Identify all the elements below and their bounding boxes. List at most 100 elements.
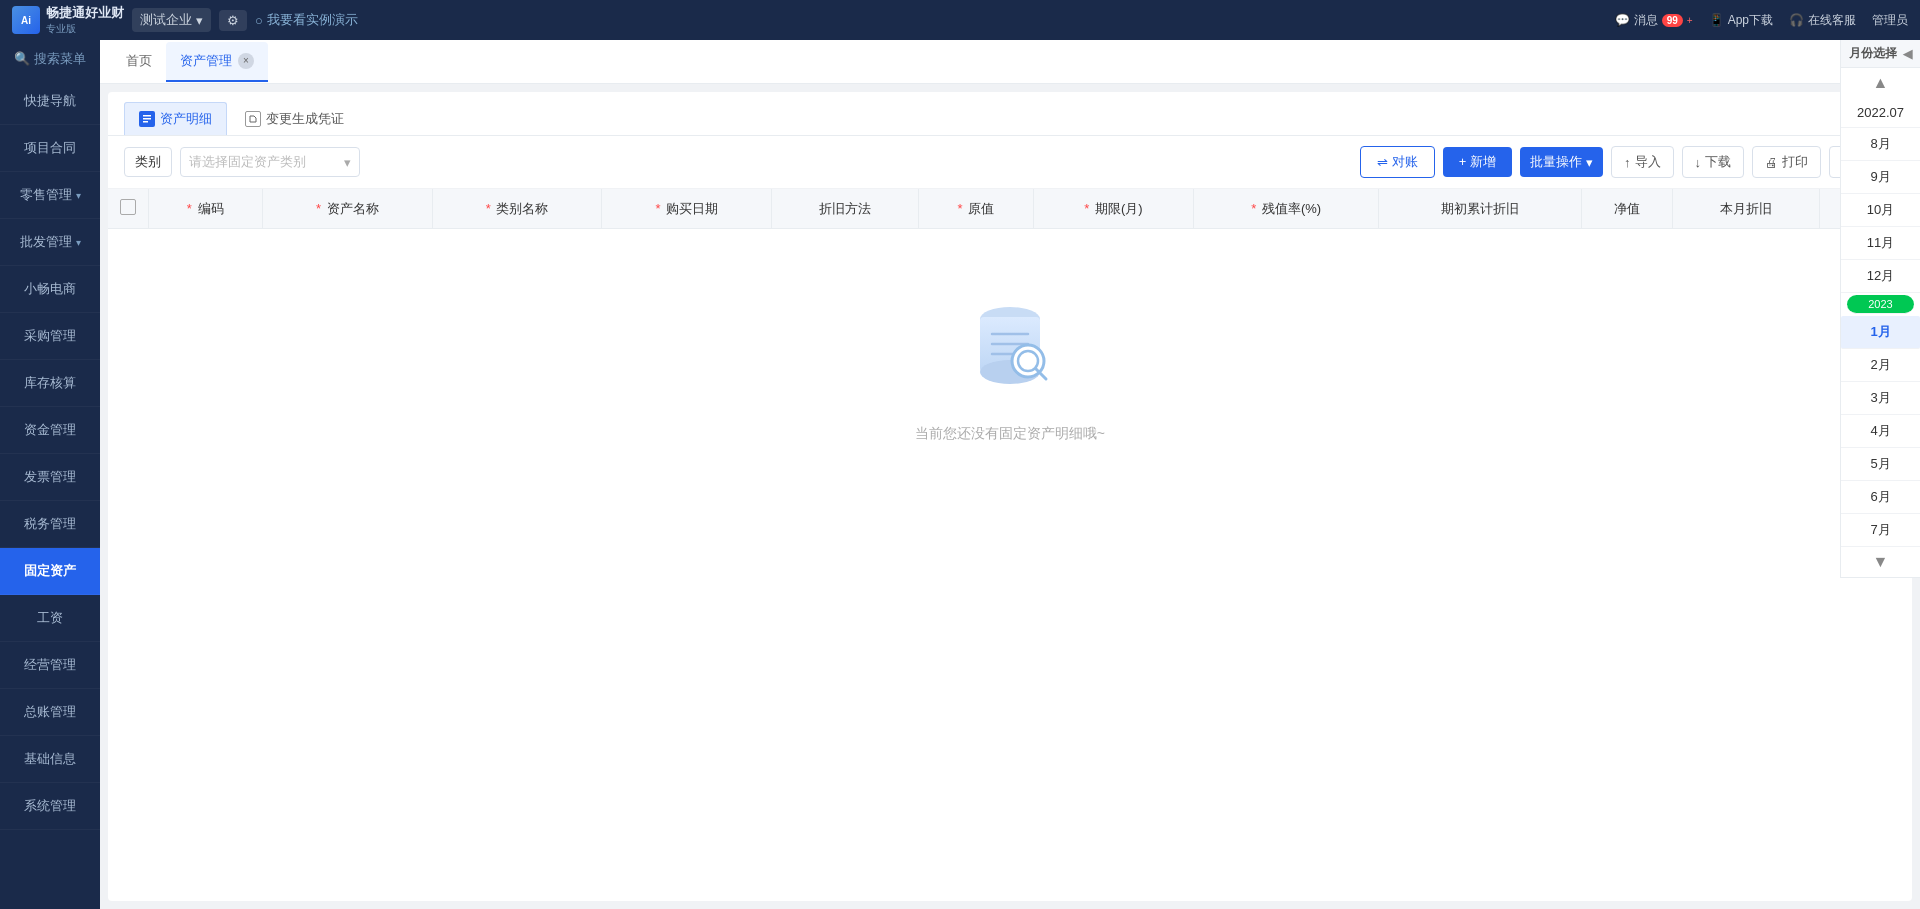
sidebar-item-wholesale[interactable]: 批发管理 ▾ (0, 219, 100, 266)
demo-link[interactable]: ○ 我要看实例演示 (255, 11, 358, 29)
tab-asset-mgmt[interactable]: 资产管理 × (166, 42, 268, 82)
sidebar-item-management[interactable]: 经营管理 (0, 642, 100, 689)
sub-tab-asset-detail[interactable]: 资产明细 (124, 102, 227, 135)
month-list: 2022.07 8月 9月 10月 11月 12月 2023 1月 (1841, 98, 1920, 547)
company-selector[interactable]: 测试企业 ▾ (132, 8, 211, 32)
tab-close-btn[interactable]: × (238, 53, 254, 69)
print-btn[interactable]: 🖨 打印 (1752, 146, 1821, 178)
month-label-apr: 4月 (1870, 423, 1890, 438)
month-item-aug[interactable]: 8月 (1841, 128, 1920, 161)
settings-btn[interactable]: ⚙ (219, 10, 247, 31)
month-label-2022-07: 2022.07 (1857, 105, 1904, 120)
month-nav-bottom: ▼ (1841, 547, 1920, 577)
category-filter-label[interactable]: 类别 (124, 147, 172, 177)
month-item-jun[interactable]: 6月 (1841, 481, 1920, 514)
month-item-feb[interactable]: 2月 (1841, 349, 1920, 382)
month-nav: ▲ (1841, 68, 1920, 98)
app-download-text: App下载 (1728, 12, 1773, 29)
sidebar-item-fund[interactable]: 资金管理 (0, 407, 100, 454)
online-service-btn[interactable]: 🎧 在线客服 (1789, 12, 1856, 29)
col-net-value-label: 净值 (1614, 201, 1640, 216)
message-btn[interactable]: 💬 消息 99 + (1615, 12, 1693, 29)
print-label: 打印 (1782, 153, 1808, 171)
brand-sub: 专业版 (46, 22, 124, 36)
demo-icon: ○ (255, 13, 263, 28)
add-btn[interactable]: + 新增 (1443, 147, 1512, 177)
sidebar-item-salary[interactable]: 工资 (0, 595, 100, 642)
topbar-right: 💬 消息 99 + 📱 App下载 🎧 在线客服 管理员 (1615, 12, 1908, 29)
col-code: * 编码 (148, 189, 262, 229)
app-download-btn[interactable]: 📱 App下载 (1709, 12, 1773, 29)
message-icon: 💬 (1615, 13, 1630, 27)
col-code-label: 编码 (198, 201, 224, 216)
month-label-may: 5月 (1870, 456, 1890, 471)
month-item-may[interactable]: 5月 (1841, 448, 1920, 481)
batch-btn[interactable]: 批量操作 ▾ (1520, 147, 1603, 177)
category-select[interactable]: 请选择固定资产类别 ▾ (180, 147, 360, 177)
sidebar-item-ledger[interactable]: 总账管理 (0, 689, 100, 736)
sidebar-item-invoice[interactable]: 发票管理 (0, 454, 100, 501)
collapse-btn[interactable]: ◀ (1903, 47, 1912, 61)
sidebar-search-btn[interactable]: 🔍 搜索菜单 (0, 40, 100, 78)
month-item-oct[interactable]: 10月 (1841, 194, 1920, 227)
empty-state: 当前您还没有固定资产明细哦~ (108, 229, 1912, 503)
month-item-jul[interactable]: 7月 (1841, 514, 1920, 547)
message-badge: 99 (1662, 14, 1683, 27)
col-checkbox (108, 189, 148, 229)
tab-home[interactable]: 首页 (112, 42, 166, 82)
user-info[interactable]: 管理员 (1872, 12, 1908, 29)
sidebar-item-purchase[interactable]: 采购管理 (0, 313, 100, 360)
toolbar: 类别 请选择固定资产类别 ▾ ⇌ 对账 + 新增 (108, 136, 1912, 189)
sub-tab-change-voucher[interactable]: 变更生成凭证 (231, 103, 358, 135)
month-item-dec[interactable]: 12月 (1841, 260, 1920, 293)
sidebar-item-inventory[interactable]: 库存核算 (0, 360, 100, 407)
add-label: + 新增 (1459, 154, 1496, 169)
sidebar-item-label-retail: 零售管理 (20, 186, 72, 204)
topbar: Ai 畅捷通好业财 专业版 测试企业 ▾ ⚙ ○ 我要看实例演示 💬 消息 99… (0, 0, 1920, 40)
month-item-mar[interactable]: 3月 (1841, 382, 1920, 415)
col-depreciation-method: 折旧方法 (772, 189, 919, 229)
sidebar-item-label-fund: 资金管理 (24, 421, 76, 439)
reconcile-btn[interactable]: ⇌ 对账 (1360, 146, 1435, 178)
month-item-apr[interactable]: 4月 (1841, 415, 1920, 448)
category-label-text: 类别 (135, 153, 161, 171)
brand-logo: Ai (12, 6, 40, 34)
import-btn[interactable]: ↑ 导入 (1611, 146, 1674, 178)
sidebar-item-label-basic-info: 基础信息 (24, 750, 76, 768)
month-label-oct: 10月 (1867, 202, 1894, 217)
reconcile-label: 对账 (1392, 153, 1418, 171)
sidebar-item-tax[interactable]: 税务管理 (0, 501, 100, 548)
change-voucher-icon (245, 111, 261, 127)
month-item-2022-07[interactable]: 2022.07 (1841, 98, 1920, 128)
sidebar-item-system[interactable]: 系统管理 (0, 783, 100, 830)
download-btn[interactable]: ↓ 下载 (1682, 146, 1745, 178)
batch-label: 批量操作 (1530, 153, 1582, 171)
month-panel-header: 月份选择 ◀ (1841, 40, 1920, 68)
sidebar-item-label-purchase: 采购管理 (24, 327, 76, 345)
sidebar: 🔍 搜索菜单 快捷导航 项目合同 零售管理 ▾ 批发管理 ▾ 小畅电商 采购管理… (0, 40, 100, 909)
empty-row: 当前您还没有固定资产明细哦~ (108, 229, 1912, 504)
month-item-nov[interactable]: 11月 (1841, 227, 1920, 260)
sidebar-item-quicknav[interactable]: 快捷导航 (0, 78, 100, 125)
sidebar-item-fixed-assets[interactable]: 固定资产 (0, 548, 100, 595)
svg-rect-0 (143, 115, 151, 117)
month-nav-up[interactable]: ▲ (1867, 72, 1895, 94)
sidebar-item-project[interactable]: 项目合同 (0, 125, 100, 172)
sidebar-item-retail[interactable]: 零售管理 ▾ (0, 172, 100, 219)
col-period: * 期限(月) (1033, 189, 1194, 229)
select-all-checkbox[interactable] (120, 199, 136, 215)
month-nav-down[interactable]: ▼ (1867, 551, 1895, 573)
col-accumulated-label: 期初累计折旧 (1441, 201, 1519, 216)
month-item-jan[interactable]: 1月 (1841, 316, 1920, 349)
brand: Ai 畅捷通好业财 专业版 (12, 4, 124, 36)
sidebar-item-ecommerce[interactable]: 小畅电商 (0, 266, 100, 313)
sidebar-item-label-inventory: 库存核算 (24, 374, 76, 392)
col-current-dep-label: 本月折旧 (1720, 201, 1772, 216)
col-original-value: * 原值 (919, 189, 1033, 229)
sidebar-item-basic-info[interactable]: 基础信息 (0, 736, 100, 783)
chevron-down-icon: ▾ (76, 190, 81, 201)
brand-info: 畅捷通好业财 专业版 (46, 4, 124, 36)
reconcile-icon: ⇌ (1377, 155, 1388, 170)
month-item-sep[interactable]: 9月 (1841, 161, 1920, 194)
dropdown-icon: ▾ (196, 13, 203, 28)
